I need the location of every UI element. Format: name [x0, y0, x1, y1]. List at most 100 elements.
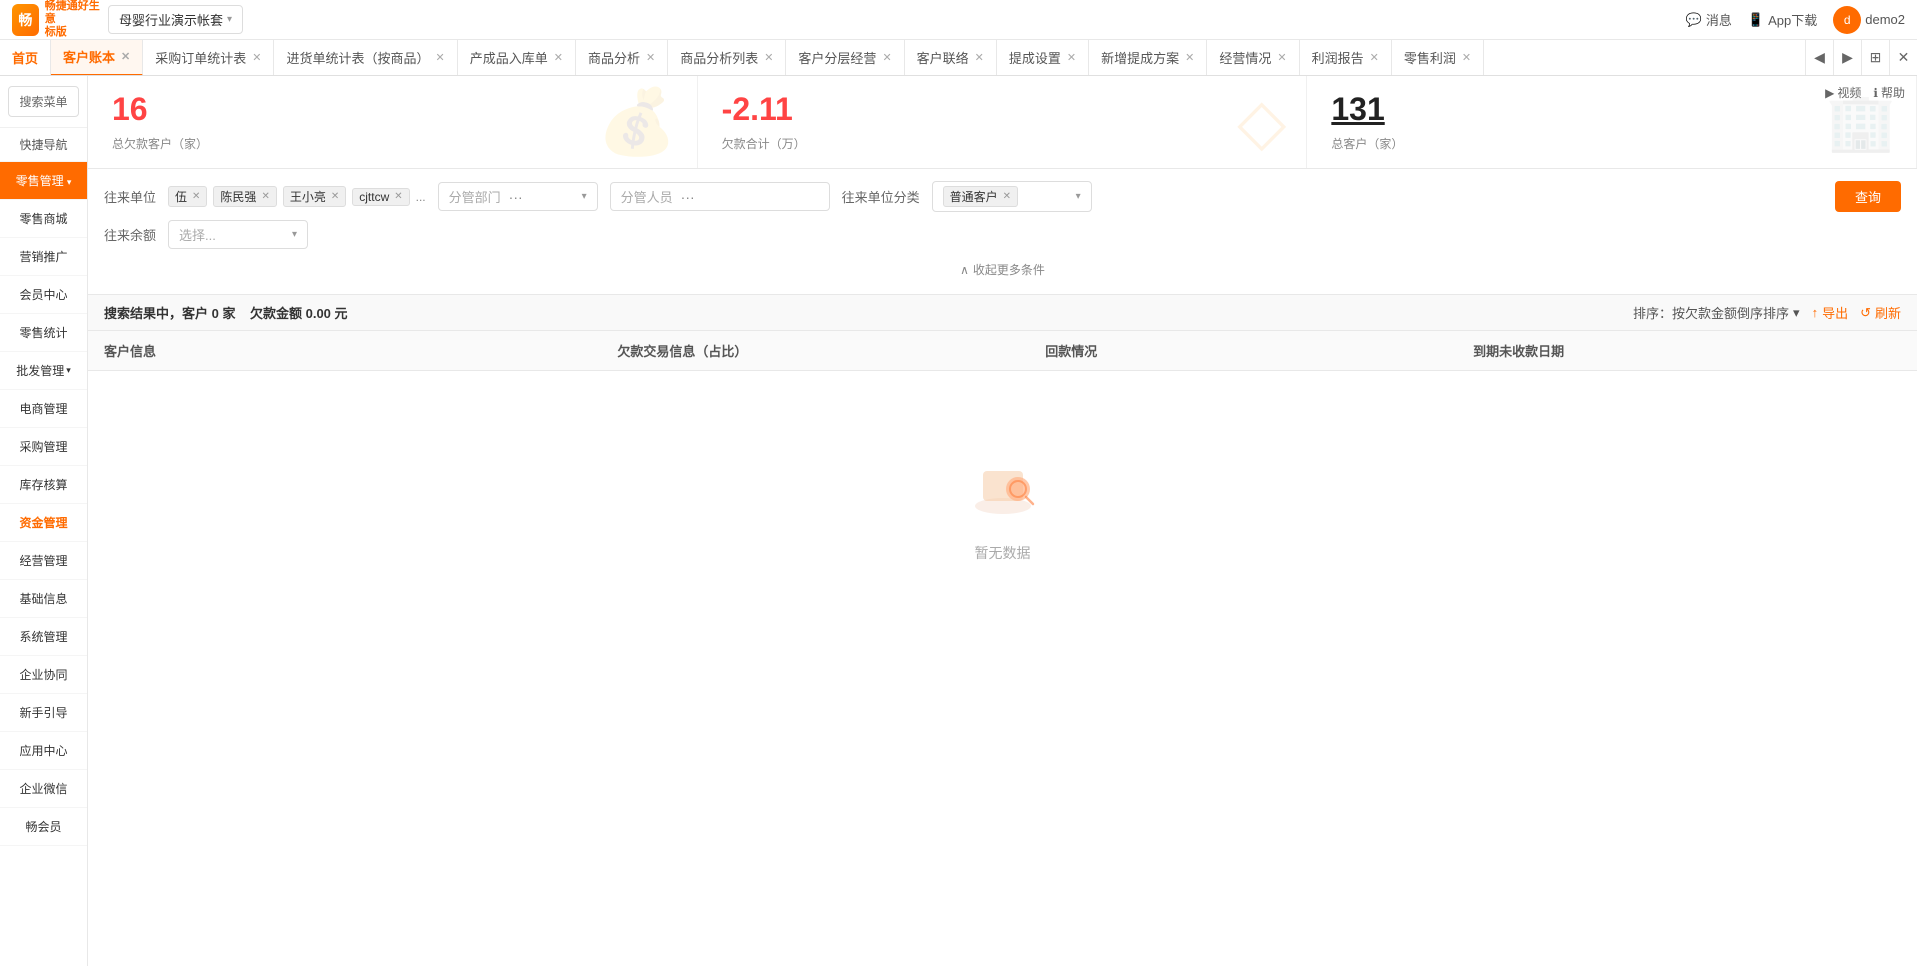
help-video-button[interactable]: ▶ 视频 — [1825, 84, 1861, 101]
collapse-row: ∧ 收起更多条件 — [104, 257, 1901, 282]
filter-label-balance: 往来余额 — [104, 225, 156, 244]
close-icon[interactable]: ✕ — [764, 51, 773, 64]
filter-tag-cjttcw: cjttcw ✕ — [352, 188, 409, 206]
sidebar-item-capital-mgmt[interactable]: 资金管理 — [0, 504, 87, 542]
filter-tag-wang: 王小亮 ✕ — [283, 186, 346, 207]
tab-product-analysis-list[interactable]: 商品分析列表 ✕ — [668, 40, 786, 76]
close-icon[interactable]: ✕ — [1185, 51, 1194, 64]
filter-category-select[interactable]: 普通客户 ✕ ▾ — [932, 181, 1092, 212]
tab-add-commission[interactable]: 新增提成方案 ✕ — [1089, 40, 1207, 76]
sidebar-item-marketing[interactable]: 营销推广 — [0, 238, 87, 276]
close-icon[interactable]: ✕ — [1370, 51, 1379, 64]
content-area: 💰 16 总欠款客户（家） ◇ -2.11 欠款合计（万） 🏢 131 总客户（… — [88, 76, 1917, 966]
sidebar-item-basic-info[interactable]: 基础信息 — [0, 580, 87, 618]
search-menu-button[interactable]: 搜索菜单 — [8, 86, 79, 117]
tab-purchase-stats-by-product[interactable]: 进货单统计表（按商品） ✕ — [274, 40, 457, 76]
nav-next-button[interactable]: ▶ — [1833, 40, 1861, 76]
sidebar-item-system-mgmt[interactable]: 系统管理 — [0, 618, 87, 656]
sidebar: 搜索菜单 快捷导航 零售管理 ▾ 零售商城 营销推广 会员中心 零售统计 批发管… — [0, 76, 88, 966]
filter-tag-wu: 伍 ✕ — [168, 186, 207, 207]
help-doc-button[interactable]: ℹ 帮助 — [1873, 84, 1905, 101]
filter-dept-select[interactable]: 分管部门 ··· ▾ — [438, 182, 598, 211]
chevron-down-icon: ▾ — [1076, 191, 1081, 202]
user-menu[interactable]: d demo2 — [1833, 6, 1905, 34]
filter-tag-chen: 陈民强 ✕ — [213, 186, 276, 207]
filter-person-select[interactable]: 分管人员 ··· — [610, 182, 830, 211]
filter-label-category: 往来单位分类 — [842, 187, 920, 206]
stat-value-customers: 16 — [112, 92, 673, 127]
nav-arrows: ◀ ▶ ⊞ ✕ — [1805, 40, 1917, 76]
sidebar-item-newbie-guide[interactable]: 新手引导 — [0, 694, 87, 732]
tab-retail-profit[interactable]: 零售利润 ✕ — [1392, 40, 1484, 76]
sidebar-item-app-center[interactable]: 应用中心 — [0, 732, 87, 770]
filter-tags-unit: 伍 ✕ 陈民强 ✕ 王小亮 ✕ cjttcw ✕ ... — [168, 186, 426, 207]
download-icon: 📱 — [1748, 12, 1764, 28]
sidebar-item-enterprise-wechat[interactable]: 企业微信 — [0, 770, 87, 808]
filter-more-tags[interactable]: ... — [416, 190, 426, 204]
person-more-icon: ··· — [681, 189, 695, 205]
close-icon[interactable]: ✕ — [1277, 51, 1286, 64]
chevron-down-icon: ▾ — [227, 14, 232, 25]
remove-tag-cjttcw[interactable]: ✕ — [394, 191, 402, 202]
sidebar-item-retail-stats[interactable]: 零售统计 — [0, 314, 87, 352]
sidebar-item-purchase-mgmt[interactable]: 采购管理 — [0, 428, 87, 466]
sort-selector[interactable]: 排序：按欠款金额倒序排序 ▾ — [1633, 303, 1800, 322]
nav-expand-button[interactable]: ⊞ — [1861, 40, 1889, 76]
sidebar-item-enterprise-collab[interactable]: 企业协同 — [0, 656, 87, 694]
filter-balance-select[interactable]: 选择... ▾ — [168, 220, 308, 249]
export-icon: ↑ — [1812, 305, 1819, 320]
sidebar-item-wholesale-mgmt[interactable]: 批发管理 ▾ — [0, 352, 87, 390]
nav-tabs: 首页 客户账本 ✕ 采购订单统计表 ✕ 进货单统计表（按商品） ✕ 产成品入库单… — [0, 40, 1917, 76]
remove-tag-chen[interactable]: ✕ — [261, 191, 269, 202]
close-icon[interactable]: ✕ — [436, 51, 445, 64]
sidebar-item-retail-mall[interactable]: 零售商城 — [0, 200, 87, 238]
close-icon[interactable]: ✕ — [252, 51, 261, 64]
messages-button[interactable]: 💬 消息 — [1686, 10, 1732, 29]
chevron-down-icon: ▾ — [1793, 305, 1800, 321]
tab-product-inbound[interactable]: 产成品入库单 ✕ — [458, 40, 576, 76]
result-actions: 排序：按欠款金额倒序排序 ▾ ↑ 导出 ↺ 刷新 — [1633, 303, 1901, 322]
tab-product-analysis[interactable]: 商品分析 ✕ — [576, 40, 668, 76]
close-icon[interactable]: ✕ — [882, 51, 891, 64]
top-bar: 畅 畅捷通好生意 标版 母婴行业演示帐套 ▾ 💬 消息 📱 App下载 d de… — [0, 0, 1917, 40]
remove-tag-wu[interactable]: ✕ — [192, 191, 200, 202]
sidebar-item-member-center[interactable]: 会员中心 — [0, 276, 87, 314]
tab-home[interactable]: 首页 — [0, 40, 51, 76]
tab-customer-tier[interactable]: 客户分层经营 ✕ — [786, 40, 904, 76]
sidebar-item-retail-mgmt[interactable]: 零售管理 ▾ — [0, 162, 87, 200]
remove-tag-normal[interactable]: ✕ — [1003, 191, 1011, 202]
refresh-button[interactable]: ↺ 刷新 — [1860, 303, 1901, 322]
company-selector[interactable]: 母婴行业演示帐套 ▾ — [108, 5, 243, 34]
stats-header: 💰 16 总欠款客户（家） ◇ -2.11 欠款合计（万） 🏢 131 总客户（… — [88, 76, 1917, 169]
sidebar-item-operations-mgmt[interactable]: 经营管理 — [0, 542, 87, 580]
refresh-icon: ↺ — [1860, 305, 1871, 321]
col-payment-status: 回款情况 — [1045, 341, 1473, 360]
close-icon[interactable]: ✕ — [121, 50, 130, 63]
tab-purchase-order-stats[interactable]: 采购订单统计表 ✕ — [143, 40, 274, 76]
tab-customer-ledger[interactable]: 客户账本 ✕ — [51, 40, 143, 76]
close-icon[interactable]: ✕ — [554, 51, 563, 64]
sidebar-item-chang-member[interactable]: 畅会员 — [0, 808, 87, 846]
tab-commission-settings[interactable]: 提成设置 ✕ — [997, 40, 1089, 76]
tab-operations[interactable]: 经营情况 ✕ — [1207, 40, 1299, 76]
chevron-down-icon: ▾ — [582, 191, 587, 202]
sidebar-item-ecommerce-mgmt[interactable]: 电商管理 — [0, 390, 87, 428]
export-button[interactable]: ↑ 导出 — [1812, 303, 1849, 322]
filter-row-2: 往来余额 选择... ▾ — [104, 220, 1901, 249]
close-icon[interactable]: ✕ — [1067, 51, 1076, 64]
remove-tag-wang[interactable]: ✕ — [331, 191, 339, 202]
nav-close-all-button[interactable]: ✕ — [1889, 40, 1917, 76]
app-download-button[interactable]: 📱 App下载 — [1748, 10, 1817, 29]
sidebar-item-quick-nav[interactable]: 快捷导航 — [0, 128, 87, 162]
filter-area: 往来单位 伍 ✕ 陈民强 ✕ 王小亮 ✕ cjttcw ✕ ... — [88, 169, 1917, 295]
query-button[interactable]: 查询 — [1835, 181, 1901, 212]
tab-profit-report[interactable]: 利润报告 ✕ — [1300, 40, 1392, 76]
collapse-button[interactable]: ∧ 收起更多条件 — [960, 261, 1045, 278]
tab-customer-contact[interactable]: 客户联络 ✕ — [905, 40, 997, 76]
nav-prev-button[interactable]: ◀ — [1805, 40, 1833, 76]
close-icon[interactable]: ✕ — [1462, 51, 1471, 64]
close-icon[interactable]: ✕ — [646, 51, 655, 64]
sidebar-item-inventory-check[interactable]: 库存核算 — [0, 466, 87, 504]
logo-icon: 畅 — [12, 4, 39, 36]
close-icon[interactable]: ✕ — [975, 51, 984, 64]
